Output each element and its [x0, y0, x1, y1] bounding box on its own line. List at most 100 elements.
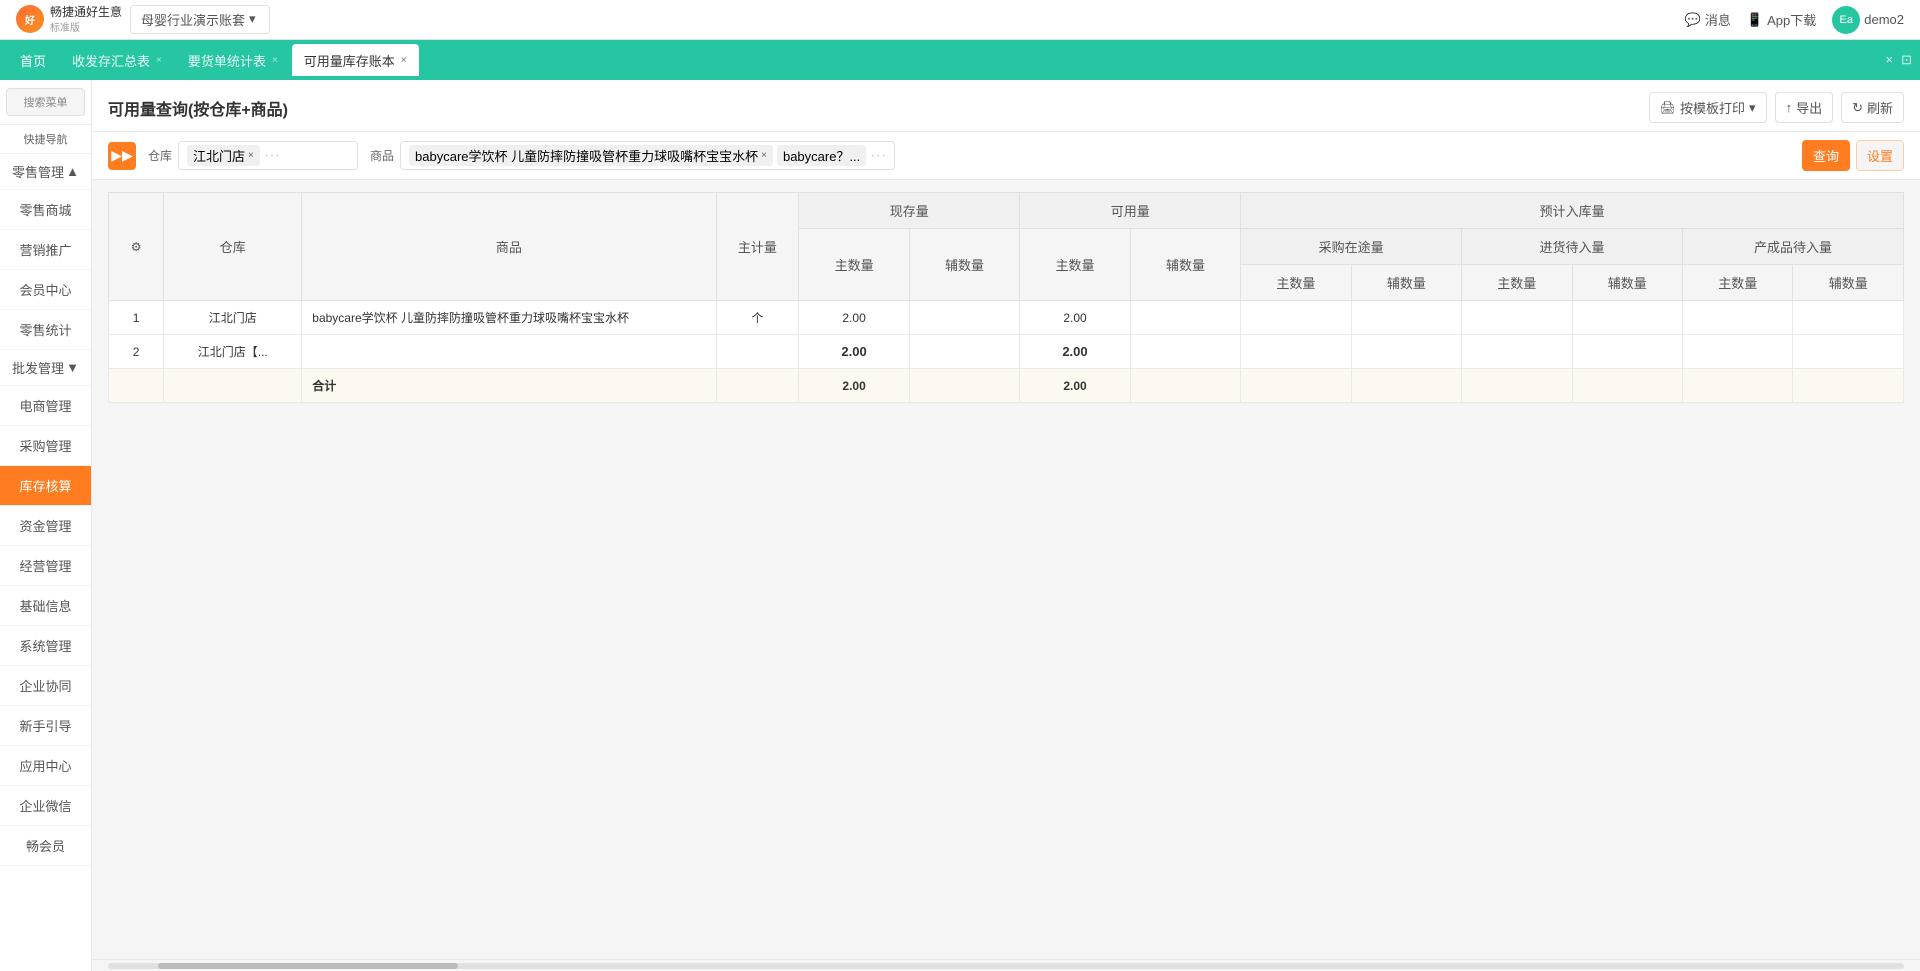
maximize-btn[interactable]: ⊡ — [1901, 52, 1912, 68]
row2-unit — [716, 335, 799, 369]
footer-production-main — [1682, 369, 1792, 403]
sidebar-item-finance[interactable]: 资金管理 — [0, 506, 91, 546]
sidebar-finance-label: 资金管理 — [19, 516, 71, 535]
tab-home[interactable]: 首页 — [8, 44, 58, 76]
page-actions: 🖨 按模板打印 ▾ ↑ 导出 ↻ 刷新 — [1649, 92, 1905, 123]
page-title: 可用量查询(按仓库+商品) — [108, 96, 288, 120]
row2-seq: 2 — [109, 335, 164, 369]
footer-stock-aux — [909, 369, 1019, 403]
sidebar-operations-label: 经营管理 — [19, 556, 71, 575]
row1-incoming-main — [1462, 301, 1572, 335]
col-settings[interactable]: ⚙ — [109, 193, 164, 301]
col-unit-header: 主计量 — [716, 193, 799, 301]
sidebar-item-inventory[interactable]: 库存核算 — [0, 466, 91, 506]
product-tag1-close[interactable]: × — [761, 150, 767, 161]
username-label: demo2 — [1864, 12, 1904, 27]
search-menu-btn[interactable]: 搜索菜单 — [6, 88, 85, 116]
sidebar-item-retail-stats[interactable]: 零售统计 — [0, 310, 91, 350]
sidebar-search-wrap: 搜索菜单 — [0, 80, 91, 125]
print-btn[interactable]: 🖨 按模板打印 ▾ — [1649, 92, 1767, 123]
download-btn[interactable]: 📱 App下载 — [1747, 10, 1816, 29]
sidebar-basic-info-label: 基础信息 — [19, 596, 71, 615]
row2-production-main — [1682, 335, 1792, 369]
tab-order-close[interactable]: × — [272, 55, 278, 66]
sidebar-item-enterprise-wechat[interactable]: 企业微信 — [0, 786, 91, 826]
refresh-label: 刷新 — [1867, 98, 1893, 117]
product-input[interactable]: babycare学饮杯 儿童防摔防撞吸管杯重力球吸嘴杯宝宝水杯 × babyca… — [400, 141, 895, 170]
sidebar-purchase-label: 采购管理 — [19, 436, 71, 455]
sidebar-item-retail-mall[interactable]: 零售商城 — [0, 190, 91, 230]
refresh-btn[interactable]: ↻ 刷新 — [1841, 92, 1904, 123]
row2-incoming-main — [1462, 335, 1572, 369]
top-bar: 好 畅捷通好生意 标准版 母婴行业演示账套 ▾ 💬 消息 📱 App下载 Ea … — [0, 0, 1920, 40]
settings-btn[interactable]: 设置 — [1856, 140, 1904, 171]
footer-incoming-aux — [1572, 369, 1682, 403]
scroll-thumb[interactable] — [158, 963, 458, 969]
sidebar-item-retail-mgmt[interactable]: 零售管理 ▲ — [0, 154, 91, 190]
sidebar-retail-mall-label: 零售商城 — [19, 200, 71, 219]
product-ellipsis: ··· — [870, 147, 886, 165]
user-area[interactable]: Ea demo2 — [1832, 6, 1904, 34]
sidebar-wholesale-label: 批发管理 — [12, 358, 64, 377]
query-btn[interactable]: 查询 — [1802, 140, 1850, 171]
sidebar-item-wholesale[interactable]: 批发管理 ▼ — [0, 350, 91, 386]
table-scroll-bar[interactable] — [92, 959, 1920, 971]
row1-unit: 个 — [716, 301, 799, 335]
sidebar-item-purchase[interactable]: 采购管理 — [0, 426, 91, 466]
product-tag2: babycare？... — [777, 145, 866, 166]
sidebar-item-ecommerce[interactable]: 电商管理 — [0, 386, 91, 426]
industry-selector[interactable]: 母婴行业演示账套 ▾ — [130, 5, 270, 34]
sidebar-item-operations[interactable]: 经营管理 — [0, 546, 91, 586]
sidebar-enterprise-label: 企业协同 — [19, 676, 71, 695]
logo-area: 好 畅捷通好生意 标准版 — [16, 5, 122, 34]
print-label: 按模板打印 — [1680, 98, 1745, 117]
col-production-header: 产成品待入量 — [1682, 229, 1903, 265]
warehouse-label: 仓库 — [148, 147, 172, 164]
tab-receive[interactable]: 收发存汇总表 × — [60, 44, 174, 76]
footer-available-aux — [1130, 369, 1240, 403]
scroll-track[interactable] — [108, 963, 1904, 969]
top-bar-left: 好 畅捷通好生意 标准版 母婴行业演示账套 ▾ — [16, 5, 270, 34]
row1-available-aux — [1130, 301, 1240, 335]
tab-available[interactable]: 可用量库存账本 × — [292, 44, 419, 76]
filter-bar: ▶▶ 仓库 江北门店 × ··· 商品 babycare学饮杯 儿童防摔防撞吸管… — [92, 132, 1920, 180]
close-btn[interactable]: × — [1886, 52, 1894, 68]
sidebar-quick-nav[interactable]: 快捷导航 — [0, 125, 91, 154]
filter-actions: 查询 设置 — [1802, 140, 1904, 171]
row1-production-aux — [1793, 301, 1904, 335]
sidebar-item-marketing[interactable]: 营销推广 — [0, 230, 91, 270]
tab-available-close[interactable]: × — [401, 55, 407, 66]
warehouse-input[interactable]: 江北门店 × ··· — [178, 141, 358, 170]
refresh-icon: ↻ — [1852, 100, 1863, 116]
sidebar-retail-mgmt-label: 零售管理 — [12, 162, 64, 181]
sidebar-item-basic-info[interactable]: 基础信息 — [0, 586, 91, 626]
col-product-header: 商品 — [302, 193, 716, 301]
col-production-main: 主数量 — [1682, 265, 1792, 301]
print-icon: 🖨 — [1660, 100, 1677, 116]
warehouse-tag-close[interactable]: × — [248, 150, 254, 161]
logo-sub: 标准版 — [50, 19, 122, 34]
sidebar-item-enterprise[interactable]: 企业协同 — [0, 666, 91, 706]
message-btn[interactable]: 💬 消息 — [1685, 10, 1731, 29]
sidebar-item-member[interactable]: 会员中心 — [0, 270, 91, 310]
export-icon: ↑ — [1786, 100, 1793, 115]
sidebar-item-new-guide[interactable]: 新手引导 — [0, 706, 91, 746]
sidebar-item-system[interactable]: 系统管理 — [0, 626, 91, 666]
col-warehouse-header: 仓库 — [164, 193, 302, 301]
filter-toggle-btn[interactable]: ▶▶ — [108, 142, 136, 170]
tab-order[interactable]: 要货单统计表 × — [176, 44, 290, 76]
industry-label: 母婴行业演示账套 — [141, 10, 245, 29]
table-row: 2 江北门店【... 2.00 2.00 — [109, 335, 1904, 369]
sidebar-item-app-center[interactable]: 应用中心 — [0, 746, 91, 786]
logo-text-wrap: 畅捷通好生意 标准版 — [50, 5, 122, 34]
settings-label: 设置 — [1867, 146, 1893, 165]
tab-receive-close[interactable]: × — [156, 55, 162, 66]
sidebar-ecommerce-label: 电商管理 — [19, 396, 71, 415]
footer-purchase-aux — [1351, 369, 1461, 403]
export-btn[interactable]: ↑ 导出 — [1775, 92, 1834, 123]
footer-empty2 — [164, 369, 302, 403]
content-area: 可用量查询(按仓库+商品) 🖨 按模板打印 ▾ ↑ 导出 ↻ 刷新 ▶▶ — [92, 80, 1920, 971]
col-purchase-aux: 辅数量 — [1351, 265, 1461, 301]
col-purchase-transit-header: 采购在途量 — [1241, 229, 1462, 265]
sidebar-item-vip[interactable]: 畅会员 — [0, 826, 91, 866]
